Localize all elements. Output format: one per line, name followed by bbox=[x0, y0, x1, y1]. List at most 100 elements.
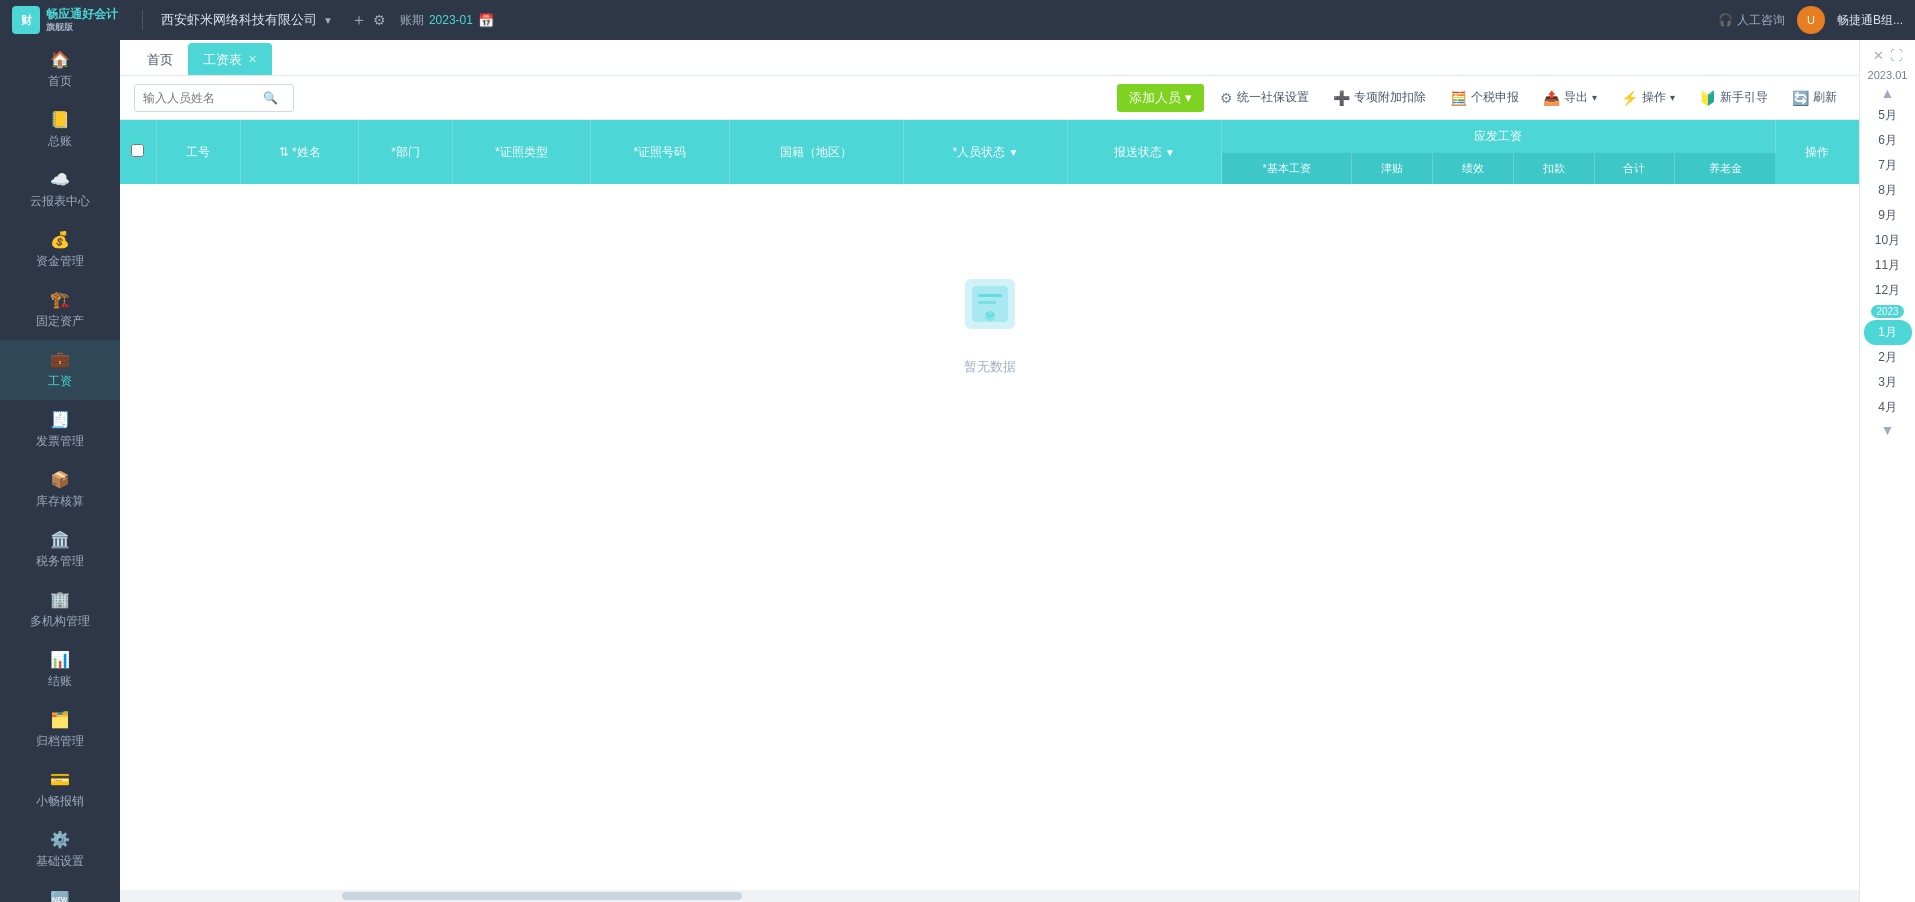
th-pension: 养老金 bbox=[1675, 153, 1776, 184]
sidebar-label-multi-org: 多机构管理 bbox=[30, 613, 90, 630]
sidebar-item-archive[interactable]: 🗂️ 归档管理 bbox=[0, 700, 120, 760]
settings-icon[interactable]: ⚙ bbox=[373, 12, 386, 28]
month-item-4[interactable]: 4月 bbox=[1864, 395, 1912, 420]
header-right: 🎧 人工咨询 U 畅捷通B组... bbox=[1718, 6, 1903, 34]
tab-salary[interactable]: 工资表 ✕ bbox=[188, 43, 272, 75]
sidebar-icon-cloud-report: ☁️ bbox=[50, 170, 70, 189]
panel-expand-btn[interactable]: ⛶ bbox=[1890, 48, 1903, 63]
month-item-9[interactable]: 9月 bbox=[1864, 203, 1912, 228]
sidebar-item-settings[interactable]: ⚙️ 基础设置 bbox=[0, 820, 120, 880]
export-label: 导出 bbox=[1564, 89, 1588, 106]
company-selector[interactable]: 西安虾米网络科技有限公司 ▼ bbox=[153, 7, 341, 33]
sidebar-item-cloud-report[interactable]: ☁️ 云报表中心 bbox=[0, 160, 120, 220]
sidebar-label-home: 首页 bbox=[48, 73, 72, 90]
sidebar-item-ledger[interactable]: 📒 总账 bbox=[0, 100, 120, 160]
personal-tax-action[interactable]: 🧮 个税申报 bbox=[1442, 85, 1527, 110]
personal-tax-icon: 🧮 bbox=[1450, 90, 1467, 106]
sidebar-item-fixed-assets[interactable]: 🏗️ 固定资产 bbox=[0, 280, 120, 340]
export-dropdown-icon: ▾ bbox=[1592, 92, 1597, 103]
month-item-1[interactable]: 1月 bbox=[1864, 320, 1912, 345]
tab-home[interactable]: 首页 bbox=[132, 43, 188, 75]
add-person-dropdown-icon: ▾ bbox=[1185, 90, 1192, 105]
company-dropdown-arrow: ▼ bbox=[323, 15, 333, 26]
sidebar-item-closing[interactable]: 📊 结账 bbox=[0, 640, 120, 700]
sidebar-icon-home: 🏠 bbox=[50, 50, 70, 69]
content-area: 首页 工资表 ✕ 🔍 添加人员 ▾ ⚙ 统一社保设置 ➕ bbox=[120, 40, 1859, 902]
special-deduction-action[interactable]: ➕ 专项附加扣除 bbox=[1325, 85, 1434, 110]
main-layout: 🏠 首页📒 总账☁️ 云报表中心💰 资金管理🏗️ 固定资产💼 工资🧾 发票管理📦… bbox=[0, 40, 1915, 902]
sidebar-icon-guide: 🆕 bbox=[50, 890, 70, 902]
period-value[interactable]: 2023-01 bbox=[429, 13, 473, 27]
sidebar-item-expense[interactable]: 💳 小畅报销 bbox=[0, 760, 120, 820]
empty-state: 暂无数据 bbox=[120, 184, 1859, 456]
table-scrollbar[interactable] bbox=[120, 890, 1859, 902]
month-item-10[interactable]: 10月 bbox=[1864, 228, 1912, 253]
th-allowance: 津贴 bbox=[1352, 153, 1433, 184]
refresh-action[interactable]: 🔄 刷新 bbox=[1784, 85, 1845, 110]
month-item-3[interactable]: 3月 bbox=[1864, 370, 1912, 395]
logo-sub-text: 旗舰版 bbox=[46, 22, 118, 33]
salary-table: 工号 ⇅ *姓名 *部门 *证照类型 *证照号码 国籍（地区） *人员状态 ▼ … bbox=[120, 120, 1859, 184]
month-item-6[interactable]: 6月 bbox=[1864, 128, 1912, 153]
th-person-status: *人员状态 ▼ bbox=[904, 120, 1067, 184]
month-item-7[interactable]: 7月 bbox=[1864, 153, 1912, 178]
th-deduction: 扣款 bbox=[1513, 153, 1594, 184]
sidebar-item-guide[interactable]: 🆕 新手引导 bbox=[0, 880, 120, 902]
sidebar-label-ledger: 总账 bbox=[48, 133, 72, 150]
new-guide-action[interactable]: 🔰 新手引导 bbox=[1691, 85, 1776, 110]
export-action[interactable]: 📤 导出 ▾ bbox=[1535, 85, 1605, 110]
sidebar-item-multi-org[interactable]: 🏢 多机构管理 bbox=[0, 580, 120, 640]
sidebar-icon-closing: 📊 bbox=[50, 650, 70, 669]
sidebar-label-salary: 工资 bbox=[48, 373, 72, 390]
add-person-button[interactable]: 添加人员 ▾ bbox=[1117, 84, 1204, 112]
sidebar-icon-salary: 💼 bbox=[50, 350, 70, 369]
personal-tax-label: 个税申报 bbox=[1471, 89, 1519, 106]
scroll-thumb[interactable] bbox=[342, 892, 742, 900]
sidebar-item-tax[interactable]: 🏛️ 税务管理 bbox=[0, 520, 120, 580]
month-item-12[interactable]: 12月 bbox=[1864, 278, 1912, 303]
header-quick-actions: ＋ ⚙ bbox=[351, 10, 386, 31]
panel-up-arrow[interactable]: ▲ bbox=[1879, 83, 1897, 103]
th-dept: *部门 bbox=[359, 120, 452, 184]
month-item-2[interactable]: 2月 bbox=[1864, 345, 1912, 370]
sidebar-label-invoice: 发票管理 bbox=[36, 433, 84, 450]
logo-main-text: 畅应通好会计 bbox=[46, 7, 118, 21]
sidebar-item-invoice[interactable]: 🧾 发票管理 bbox=[0, 400, 120, 460]
th-performance: 绩效 bbox=[1432, 153, 1513, 184]
search-input[interactable] bbox=[143, 91, 263, 105]
social-security-action[interactable]: ⚙ 统一社保设置 bbox=[1212, 85, 1317, 110]
operations-label: 操作 bbox=[1642, 89, 1666, 106]
search-wrap: 🔍 bbox=[134, 84, 294, 112]
select-all-checkbox[interactable] bbox=[131, 144, 144, 157]
operations-action[interactable]: ⚡ 操作 ▾ bbox=[1613, 85, 1683, 110]
th-salary-group: 应发工资 bbox=[1222, 120, 1776, 153]
sidebar-icon-archive: 🗂️ bbox=[50, 710, 70, 729]
month-item-5[interactable]: 5月 bbox=[1864, 103, 1912, 128]
add-person-label: 添加人员 bbox=[1129, 89, 1181, 107]
ai-consult-button[interactable]: 🎧 人工咨询 bbox=[1718, 12, 1785, 29]
sidebar-item-home[interactable]: 🏠 首页 bbox=[0, 40, 120, 100]
period-display: 2023.01 bbox=[1868, 67, 1908, 83]
th-employee-no: 工号 bbox=[156, 120, 241, 184]
year-label-2023: 2023 bbox=[1871, 305, 1903, 318]
panel-close-btn[interactable]: ✕ bbox=[1873, 48, 1884, 63]
sidebar-label-settings: 基础设置 bbox=[36, 853, 84, 870]
sidebar-item-salary[interactable]: 💼 工资 bbox=[0, 340, 120, 400]
tab-salary-close[interactable]: ✕ bbox=[248, 53, 257, 66]
panel-down-arrow[interactable]: ▼ bbox=[1879, 420, 1897, 440]
sidebar-item-inventory[interactable]: 📦 库存核算 bbox=[0, 460, 120, 520]
period-area: 账期 2023-01 📅 bbox=[400, 12, 494, 29]
sidebar-item-funds[interactable]: 💰 资金管理 bbox=[0, 220, 120, 280]
sidebar-icon-fixed-assets: 🏗️ bbox=[50, 290, 70, 309]
sidebar-label-archive: 归档管理 bbox=[36, 733, 84, 750]
month-item-8[interactable]: 8月 bbox=[1864, 178, 1912, 203]
add-icon[interactable]: ＋ bbox=[351, 10, 367, 31]
special-deduction-icon: ➕ bbox=[1333, 90, 1350, 106]
sidebar-label-fixed-assets: 固定资产 bbox=[36, 313, 84, 330]
social-security-label: 统一社保设置 bbox=[1237, 89, 1309, 106]
username-text[interactable]: 畅捷通B组... bbox=[1837, 12, 1903, 29]
calendar-icon[interactable]: 📅 bbox=[478, 13, 494, 28]
month-item-11[interactable]: 11月 bbox=[1864, 253, 1912, 278]
th-name: ⇅ *姓名 bbox=[241, 120, 359, 184]
headset-icon: 🎧 bbox=[1718, 13, 1733, 27]
